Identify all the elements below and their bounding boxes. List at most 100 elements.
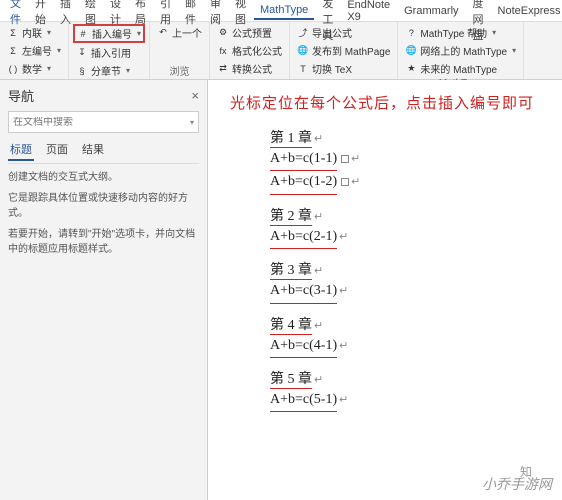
document-area: 光标定位在每个公式后，点击插入编号即可 第 1 章↵A+b=c(1-1)↵A+b… (208, 80, 562, 500)
ribbon-btn-3-2[interactable]: ⇄转换公式 (214, 60, 285, 77)
ribbon-btn-1-1[interactable]: ↧插入引用 (73, 44, 145, 61)
ribbon-btn-label: 插入引用 (91, 45, 131, 60)
ribbon-group-label: 浏览 (154, 62, 205, 79)
chapter-title-4: 第 5 章↵ (270, 368, 546, 389)
ribbon-group-2: ↶上一个浏览 (150, 22, 210, 79)
nav-tab-1[interactable]: 页面 (44, 139, 70, 161)
ribbon-btn-label: 数学 (22, 61, 42, 76)
ribbon-btn-label: 分章节 (91, 63, 121, 78)
ribbon-btn-0-2[interactable]: ( )数学 ▾ (4, 60, 64, 77)
instruction-text: 光标定位在每个公式后，点击插入编号即可 (230, 92, 546, 113)
search-dropdown-icon[interactable]: ▾ (190, 118, 194, 127)
ribbon-icon: 🌐 (297, 45, 309, 57)
nav-search-input[interactable] (13, 117, 173, 128)
ribbon-icon: Σ (7, 27, 19, 39)
ribbon-btn-label: 插入编号 (92, 26, 132, 41)
chevron-down-icon: ▾ (57, 46, 61, 55)
ribbon-icon: ⇄ (217, 63, 229, 75)
document-body: 第 1 章↵A+b=c(1-1)↵A+b=c(1-2)↵第 2 章↵A+b=c(… (270, 127, 546, 412)
nav-close-button[interactable]: × (191, 88, 199, 103)
ribbon: Σ内联▾Σ左编号▾( )数学▾{ }其他▾符号#插入编号▾↧插入引用§分章节▾公… (0, 22, 562, 80)
ribbon-btn-3-0[interactable]: ⚙公式预置 (214, 24, 285, 41)
ribbon-btn-label: 转换公式 (232, 61, 272, 76)
ribbon-icon: Σ (7, 45, 19, 57)
nav-hint-1: 它是跟踪具体位置或快速移动内容的好方式。 (8, 191, 199, 221)
equation-line-2-0[interactable]: A+b=c(3-1)↵ (270, 280, 546, 303)
ribbon-group-0: Σ内联▾Σ左编号▾( )数学▾{ }其他▾符号 (0, 22, 69, 79)
nav-tabs: 标题页面结果 (8, 139, 199, 164)
nav-hint-0: 创建文档的交互式大纲。 (8, 170, 199, 185)
ribbon-icon: 🌐 (405, 45, 417, 57)
chevron-down-icon: ▾ (47, 28, 51, 37)
ribbon-btn-1-2[interactable]: §分章节 ▾ (73, 62, 145, 79)
ribbon-btn-label: 网络上的 MathType (420, 43, 507, 58)
ribbon-icon: # (77, 28, 89, 40)
nav-tab-0[interactable]: 标题 (8, 139, 34, 161)
menubar-item-10[interactable]: MathType (254, 2, 314, 20)
chapter-title-0: 第 1 章↵ (270, 127, 546, 148)
nav-tab-2[interactable]: 结果 (80, 139, 106, 161)
ribbon-icon: ★ (405, 63, 417, 75)
equation-line-1-0[interactable]: A+b=c(2-1)↵ (270, 226, 546, 249)
nav-hint-2: 若要开始，请转到"开始"选项卡，并向文档中的标题应用标题样式。 (8, 227, 199, 257)
ribbon-btn-label: 上一个 (172, 25, 202, 40)
ribbon-btn-4-1[interactable]: 🌐发布到 MathPage (294, 42, 393, 59)
cursor-marker (341, 178, 349, 186)
chevron-down-icon: ▾ (137, 29, 141, 38)
ribbon-icon: ↧ (76, 47, 88, 59)
ribbon-btn-4-0[interactable]: ⤴导出公式 (294, 24, 393, 41)
ribbon-icon: ⚙ (217, 27, 229, 39)
chapter-title-1: 第 2 章↵ (270, 205, 546, 226)
ribbon-btn-label: 内联 (22, 25, 42, 40)
chevron-down-icon: ▾ (492, 28, 496, 37)
chapter-title-3: 第 4 章↵ (270, 314, 546, 335)
equation-line-4-0[interactable]: A+b=c(5-1)↵ (270, 389, 546, 412)
chevron-down-icon: ▾ (512, 46, 516, 55)
chapter-title-2: 第 3 章↵ (270, 259, 546, 280)
equation-line-0-1[interactable]: A+b=c(1-2)↵ (270, 171, 546, 194)
chevron-down-icon: ▾ (126, 66, 130, 75)
chevron-down-icon: ▾ (47, 64, 51, 73)
ribbon-btn-1-0[interactable]: #插入编号 ▾ (73, 24, 145, 43)
ribbon-icon: ↶ (157, 27, 169, 39)
menubar-item-12[interactable]: EndNote X9 (341, 0, 396, 25)
equation-line-3-0[interactable]: A+b=c(4-1)↵ (270, 335, 546, 358)
ribbon-icon: fx (217, 45, 229, 57)
ribbon-btn-label: MathType 帮助 (420, 25, 487, 40)
ribbon-group-4: ⤴导出公式🌐发布到 MathPageT切换 TeX发布 (290, 22, 398, 79)
ribbon-group-5: ?MathType 帮助 ▾ 🌐网络上的 MathType ▾ ★未来的 MathTyp… (398, 22, 524, 79)
ribbon-btn-5-0[interactable]: ?MathType 帮助 ▾ (402, 24, 519, 41)
ribbon-btn-label: 导出公式 (312, 25, 352, 40)
ribbon-btn-label: 公式预置 (232, 25, 272, 40)
ribbon-icon: T (297, 63, 309, 75)
ribbon-btn-3-1[interactable]: fx格式化公式 (214, 42, 285, 59)
ribbon-icon: ? (405, 27, 417, 39)
menubar-item-15[interactable]: NoteExpress (492, 3, 562, 19)
menubar-item-13[interactable]: Grammarly (398, 3, 464, 19)
ribbon-btn-label: 未来的 MathType (420, 61, 497, 76)
cursor-marker (341, 155, 349, 163)
ribbon-btn-0-0[interactable]: Σ内联 ▾ (4, 24, 64, 41)
equation-line-0-0[interactable]: A+b=c(1-1)↵ (270, 148, 546, 171)
page-watermark: 小乔手游网 (482, 474, 552, 494)
ribbon-btn-2-0[interactable]: ↶上一个 (154, 24, 205, 41)
ribbon-btn-label: 格式化公式 (232, 43, 282, 58)
ribbon-group-1: #插入编号▾↧插入引用§分章节▾公式编号 (69, 22, 150, 79)
ribbon-btn-label: 左编号 (22, 43, 52, 58)
ribbon-icon: ( ) (7, 63, 19, 75)
ribbon-btn-5-1[interactable]: 🌐网络上的 MathType ▾ (402, 42, 519, 59)
main-area: 导航 × ▾ 标题页面结果 创建文档的交互式大纲。它是跟踪具体位置或快速移动内容… (0, 80, 562, 500)
nav-search-box[interactable]: ▾ (8, 111, 199, 133)
ribbon-btn-4-2[interactable]: T切换 TeX (294, 60, 393, 77)
ribbon-group-3: ⚙公式预置fx格式化公式⇄转换公式公式 (210, 22, 290, 79)
navigation-pane: 导航 × ▾ 标题页面结果 创建文档的交互式大纲。它是跟踪具体位置或快速移动内容… (0, 80, 208, 500)
ribbon-icon: § (76, 65, 88, 77)
nav-header: 导航 × (8, 86, 199, 105)
ribbon-btn-0-1[interactable]: Σ左编号 ▾ (4, 42, 64, 59)
nav-hint-text: 创建文档的交互式大纲。它是跟踪具体位置或快速移动内容的好方式。若要开始，请转到"… (8, 170, 199, 263)
nav-title: 导航 (8, 86, 34, 105)
ribbon-btn-5-2[interactable]: ★未来的 MathType (402, 60, 519, 77)
ribbon-btn-label: 发布到 MathPage (312, 43, 390, 58)
ribbon-icon: ⤴ (297, 27, 309, 39)
ribbon-btn-label: 切换 TeX (312, 61, 352, 76)
